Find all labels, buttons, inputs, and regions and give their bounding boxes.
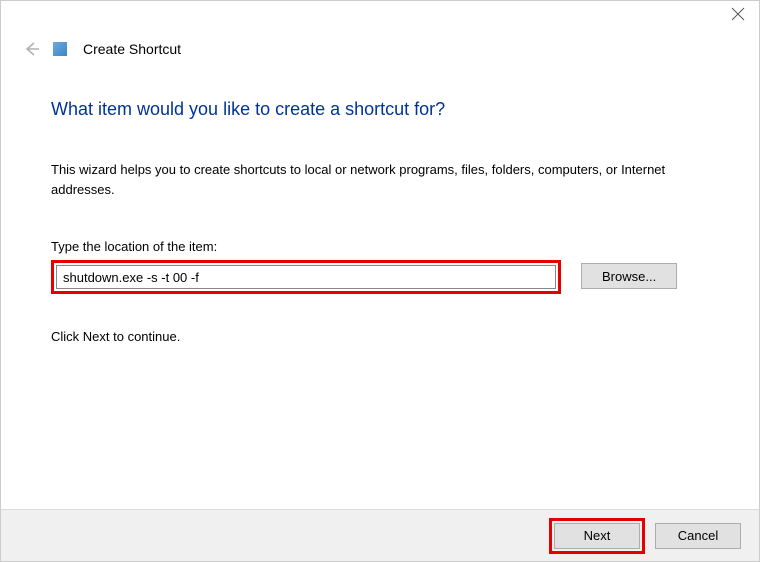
cancel-button[interactable]: Cancel [655,523,741,549]
next-highlight: Next [549,518,645,554]
location-row: Browse... [51,260,709,294]
next-button[interactable]: Next [554,523,640,549]
close-icon[interactable] [731,7,745,21]
page-title: Create Shortcut [83,41,181,57]
location-input[interactable] [56,265,556,289]
wizard-header: Create Shortcut [1,33,759,69]
location-highlight [51,260,561,294]
titlebar [1,1,759,33]
browse-button[interactable]: Browse... [581,263,677,289]
back-arrow-icon [21,39,41,59]
wizard-description: This wizard helps you to create shortcut… [51,160,709,199]
shortcut-icon [53,42,67,56]
wizard-footer: Next Cancel [1,509,759,561]
wizard-content: What item would you like to create a sho… [1,69,759,364]
wizard-heading: What item would you like to create a sho… [51,99,709,120]
continue-text: Click Next to continue. [51,329,709,344]
location-label: Type the location of the item: [51,239,709,254]
